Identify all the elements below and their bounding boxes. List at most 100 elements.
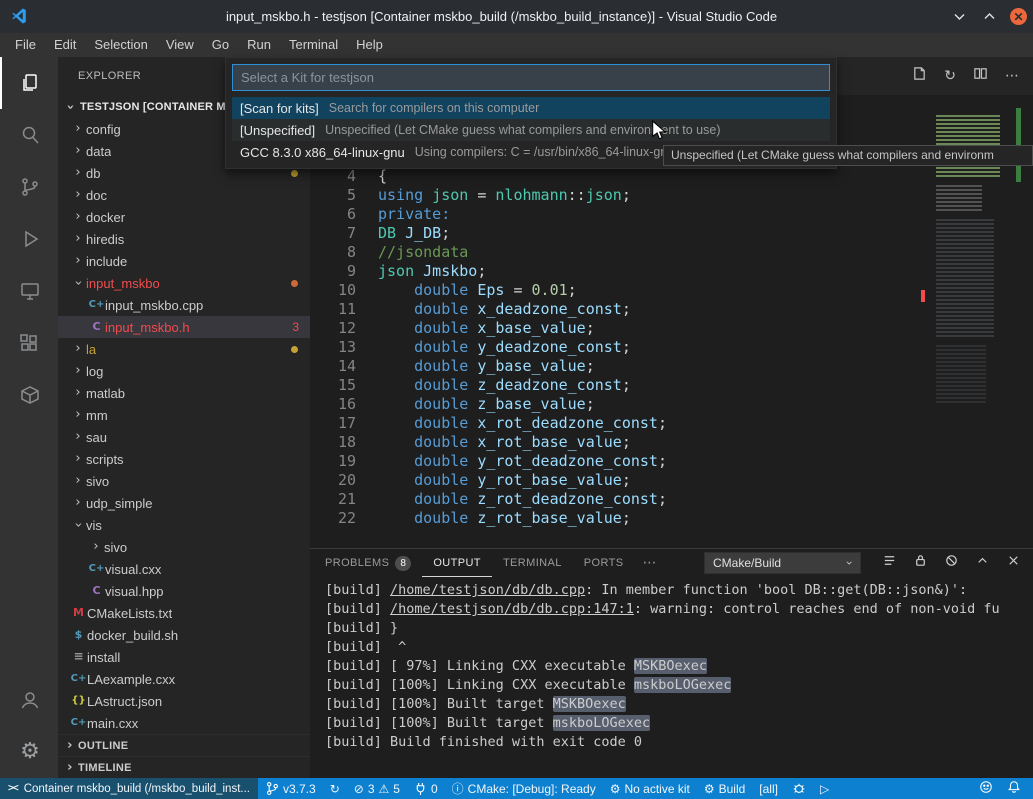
file-type-icon bbox=[88, 316, 105, 339]
menu-item[interactable]: Edit bbox=[45, 33, 85, 57]
menu-item[interactable]: Selection bbox=[85, 33, 156, 57]
settings-gear-icon[interactable]: ⚙ bbox=[0, 726, 58, 778]
tree-item[interactable]: input_mskbo bbox=[58, 272, 310, 294]
error-icon: ⊘ bbox=[353, 781, 364, 796]
search-icon[interactable] bbox=[0, 109, 58, 161]
run-debug-icon[interactable] bbox=[0, 213, 58, 265]
close-panel-icon[interactable] bbox=[1006, 553, 1021, 573]
menu-item[interactable]: File bbox=[6, 33, 45, 57]
tree-item[interactable]: sivo bbox=[58, 536, 310, 558]
tree-item[interactable]: vis bbox=[58, 514, 310, 536]
menu-item[interactable]: Run bbox=[238, 33, 280, 57]
build-target-button[interactable]: [all] bbox=[752, 778, 785, 799]
tree-item[interactable]: mm bbox=[58, 404, 310, 426]
tree-item[interactable]: udp_simple bbox=[58, 492, 310, 514]
tree-item[interactable]: la bbox=[58, 338, 310, 360]
notifications-bell-icon[interactable] bbox=[1007, 780, 1021, 797]
tree-item[interactable]: sau bbox=[58, 426, 310, 448]
tree-item[interactable]: visual.hpp bbox=[58, 580, 310, 602]
feedback-icon[interactable] bbox=[979, 780, 993, 797]
chevron-icon bbox=[70, 514, 86, 536]
minimap[interactable] bbox=[930, 107, 1014, 548]
tree-item[interactable]: doc bbox=[58, 184, 310, 206]
extensions-icon[interactable] bbox=[0, 317, 58, 369]
tree-item[interactable]: matlab bbox=[58, 382, 310, 404]
tree-item[interactable]: visual.cxx bbox=[58, 558, 310, 580]
code-text: double z_base_value; bbox=[414, 395, 595, 413]
tree-item[interactable]: CMakeLists.txt bbox=[58, 602, 310, 624]
tree-item[interactable]: include bbox=[58, 250, 310, 272]
maximize-button[interactable] bbox=[980, 8, 998, 26]
branch-status[interactable]: v3.7.3 bbox=[258, 778, 323, 799]
quick-pick-item[interactable]: [Scan for kits] Search for compilers on … bbox=[232, 97, 830, 119]
tree-item[interactable]: scripts bbox=[58, 448, 310, 470]
output-log[interactable]: [build] /home/testjson/db/db.cpp: In mem… bbox=[310, 579, 1033, 778]
tree-item[interactable]: log bbox=[58, 360, 310, 382]
lock-icon[interactable] bbox=[913, 553, 928, 573]
tree-item[interactable]: install bbox=[58, 646, 310, 668]
more-actions-icon[interactable]: ⋯ bbox=[1005, 68, 1019, 84]
tree-item[interactable]: main.cxx bbox=[58, 712, 310, 734]
chevron-icon bbox=[70, 360, 86, 382]
cmake-status[interactable]: ⓘ CMake: [Debug]: Ready bbox=[445, 778, 603, 799]
tree-item[interactable]: docker_build.sh bbox=[58, 624, 310, 646]
build-button[interactable]: ⚙ Build bbox=[697, 778, 752, 799]
sync-status[interactable]: ↻ bbox=[323, 778, 347, 799]
chevron-icon bbox=[70, 382, 86, 404]
code-area[interactable]: 4 { 5 using json = nlohmann::json; 6 pri… bbox=[310, 167, 923, 528]
file-type-icon bbox=[70, 624, 87, 647]
more-tabs-icon[interactable]: ⋯ bbox=[634, 555, 664, 571]
explorer-icon[interactable] bbox=[0, 57, 58, 109]
menu-item[interactable]: Help bbox=[347, 33, 392, 57]
tree-item-label: matlab bbox=[86, 385, 126, 401]
panel-tab[interactable]: OUTPUT bbox=[422, 549, 492, 577]
menu-item[interactable]: View bbox=[157, 33, 203, 57]
source-control-icon[interactable] bbox=[0, 161, 58, 213]
tree-item[interactable]: LAstruct.json bbox=[58, 690, 310, 712]
tree-item[interactable]: input_mskbo.cpp bbox=[58, 294, 310, 316]
minimize-button[interactable] bbox=[950, 8, 968, 26]
tree-item[interactable]: docker bbox=[58, 206, 310, 228]
mouse-cursor bbox=[652, 120, 667, 140]
outline-section[interactable]: OUTLINE bbox=[58, 734, 310, 756]
remote-indicator[interactable]: >< Container mskbo_build (/mskbo_build_i… bbox=[0, 778, 258, 799]
code-text: double z_rot_base_value; bbox=[414, 509, 631, 527]
status-bar-right bbox=[979, 780, 1033, 797]
tree-item[interactable]: input_mskbo.h 3 bbox=[58, 316, 310, 338]
remote-explorer-icon[interactable] bbox=[0, 265, 58, 317]
tree-item-label: docker_build.sh bbox=[87, 627, 179, 643]
ports-status[interactable]: 0 bbox=[407, 778, 445, 799]
problems-status[interactable]: ⊘ 3 ⚠ 5 bbox=[347, 778, 407, 799]
kit-status[interactable]: ⚙ No active kit bbox=[603, 778, 697, 799]
sync-icon: ↻ bbox=[329, 781, 340, 796]
run-button[interactable]: ▷ bbox=[813, 778, 836, 799]
vscode-window: input_mskbo.h - testjson [Container mskb… bbox=[0, 0, 1033, 799]
line-number: 20 bbox=[337, 471, 356, 489]
menu-item[interactable]: Go bbox=[203, 33, 238, 57]
file-type-icon bbox=[70, 645, 87, 669]
outline-label: OUTLINE bbox=[78, 739, 129, 752]
debug-button[interactable] bbox=[785, 778, 813, 799]
tree-item[interactable]: LAexample.cxx bbox=[58, 668, 310, 690]
close-button[interactable]: ✕ bbox=[1010, 8, 1027, 25]
code-line: 22 double z_rot_base_value; bbox=[310, 509, 923, 528]
open-file-icon[interactable] bbox=[912, 66, 927, 86]
split-editor-icon[interactable] bbox=[973, 66, 988, 86]
panel-tab[interactable]: PORTS bbox=[573, 549, 635, 577]
filter-icon[interactable] bbox=[882, 553, 897, 573]
output-channel-select[interactable]: CMake/Build › bbox=[704, 552, 861, 574]
clear-output-icon[interactable] bbox=[944, 553, 959, 573]
maximize-panel-icon[interactable] bbox=[975, 553, 990, 573]
refresh-icon[interactable]: ↻ bbox=[944, 68, 956, 84]
code-line: 16 double z_base_value; bbox=[310, 395, 923, 414]
account-icon[interactable] bbox=[0, 674, 58, 726]
tree-item[interactable]: sivo bbox=[58, 470, 310, 492]
tree-item[interactable]: hiredis bbox=[58, 228, 310, 250]
menu-item[interactable]: Terminal bbox=[280, 33, 347, 57]
timeline-section[interactable]: TIMELINE bbox=[58, 756, 310, 778]
container-tools-icon[interactable] bbox=[0, 369, 58, 421]
quick-pick-item[interactable]: [Unspecified] Unspecified (Let CMake gue… bbox=[232, 119, 830, 141]
panel-tab[interactable]: TERMINAL bbox=[492, 549, 573, 577]
kit-select-input[interactable] bbox=[232, 64, 830, 91]
panel-tab[interactable]: PROBLEMS 8 bbox=[314, 549, 422, 577]
